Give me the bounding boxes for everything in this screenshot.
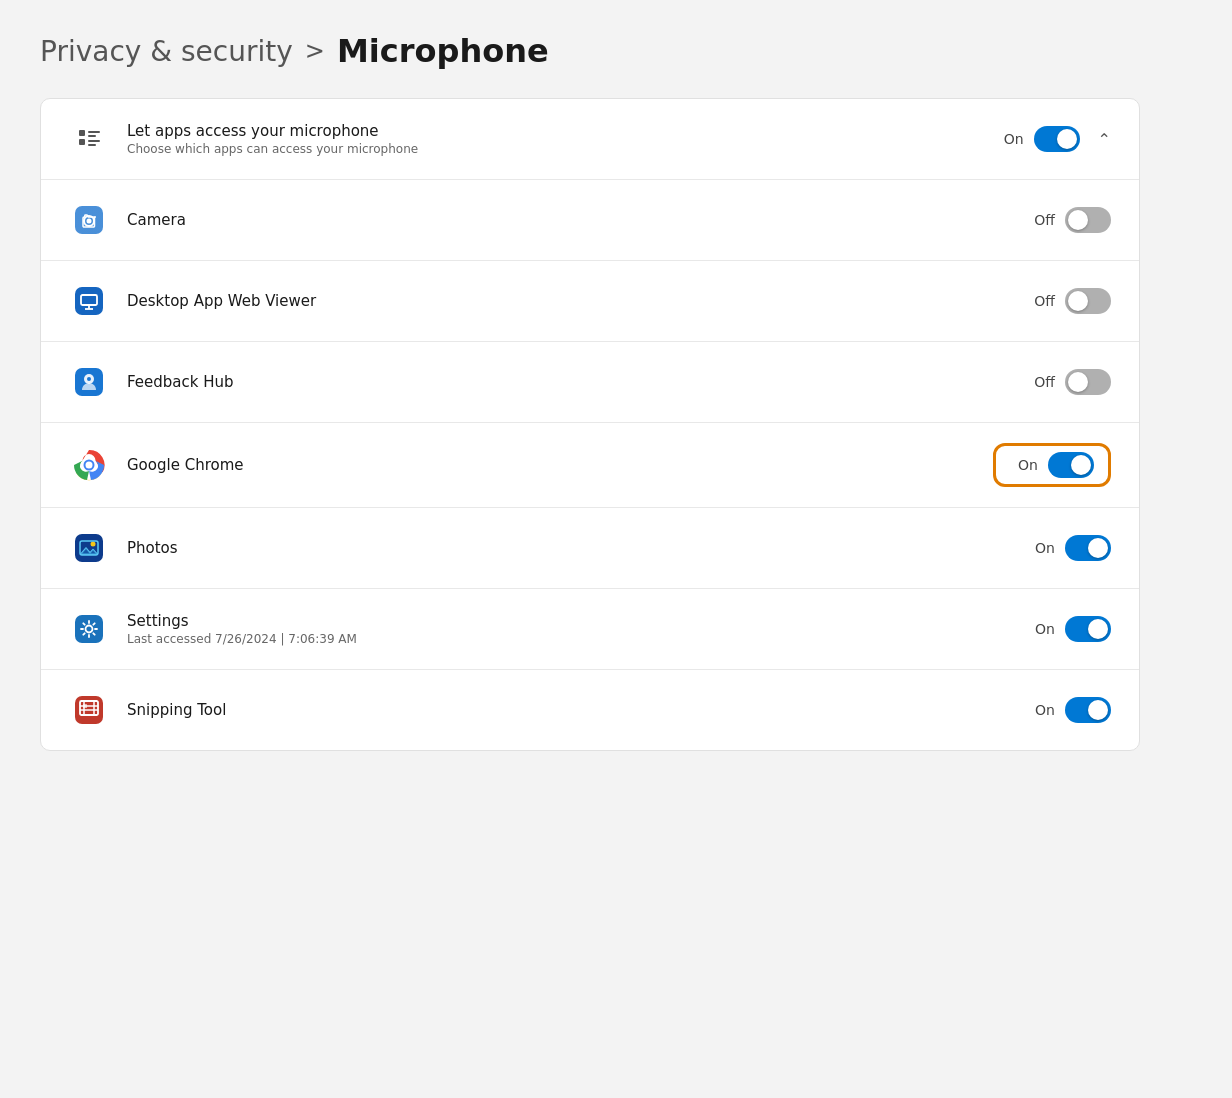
- toggle-knob-google-chrome: [1071, 455, 1091, 475]
- setting-info-let-apps: Let apps access your microphone Choose w…: [127, 122, 996, 156]
- svg-rect-2: [88, 131, 100, 133]
- setting-status-snipping-tool: On: [1027, 702, 1055, 718]
- desktop-icon: [69, 281, 109, 321]
- setting-control-snipping-tool: On: [1027, 697, 1111, 723]
- setting-info-camera: Camera: [127, 211, 1027, 229]
- page-header: Privacy & security > Microphone: [40, 32, 1192, 70]
- toggle-knob-let-apps: [1057, 129, 1077, 149]
- setting-status-feedback-hub: Off: [1027, 374, 1055, 390]
- svg-point-25: [91, 542, 96, 547]
- setting-info-settings: Settings Last accessed 7/26/2024 | 7:06:…: [127, 612, 1027, 646]
- toggle-settings[interactable]: [1065, 616, 1111, 642]
- setting-row-google-chrome: Google Chrome On: [41, 423, 1139, 508]
- svg-rect-0: [79, 130, 85, 136]
- svg-rect-10: [75, 287, 103, 315]
- setting-desc-settings: Last accessed 7/26/2024 | 7:06:39 AM: [127, 632, 1027, 646]
- setting-control-feedback-hub: Off: [1027, 369, 1111, 395]
- setting-desc-let-apps: Choose which apps can access your microp…: [127, 142, 996, 156]
- svg-rect-3: [88, 135, 96, 137]
- chevron-icon-let-apps[interactable]: ⌃: [1098, 130, 1111, 149]
- toggle-snipping-tool[interactable]: [1065, 697, 1111, 723]
- breadcrumb-parent[interactable]: Privacy & security: [40, 35, 293, 68]
- toggle-let-apps[interactable]: [1034, 126, 1080, 152]
- setting-name-let-apps: Let apps access your microphone: [127, 122, 996, 140]
- setting-name-google-chrome: Google Chrome: [127, 456, 993, 474]
- chrome-icon: [69, 445, 109, 485]
- setting-row-let-apps: Let apps access your microphone Choose w…: [41, 99, 1139, 180]
- toggle-knob-feedback-hub: [1068, 372, 1088, 392]
- setting-row-desktop-web-viewer: Desktop App Web Viewer Off: [41, 261, 1139, 342]
- photos-icon: [69, 528, 109, 568]
- setting-control-google-chrome: On: [993, 443, 1111, 487]
- breadcrumb-current: Microphone: [337, 32, 549, 70]
- svg-rect-35: [83, 704, 87, 708]
- setting-name-settings: Settings: [127, 612, 1027, 630]
- setting-name-desktop-web-viewer: Desktop App Web Viewer: [127, 292, 1027, 310]
- list-icon: [69, 119, 109, 159]
- setting-name-snipping-tool: Snipping Tool: [127, 701, 1027, 719]
- setting-info-google-chrome: Google Chrome: [127, 456, 993, 474]
- toggle-desktop-web-viewer[interactable]: [1065, 288, 1111, 314]
- svg-point-16: [87, 377, 91, 381]
- setting-info-photos: Photos: [127, 539, 1027, 557]
- setting-status-settings: On: [1027, 621, 1055, 637]
- setting-control-photos: On: [1027, 535, 1111, 561]
- toggle-photos[interactable]: [1065, 535, 1111, 561]
- svg-rect-1: [79, 139, 85, 145]
- svg-rect-27: [75, 615, 103, 643]
- setting-row-snipping-tool: Snipping Tool On: [41, 670, 1139, 750]
- toggle-knob-snipping-tool: [1088, 700, 1108, 720]
- setting-info-feedback-hub: Feedback Hub: [127, 373, 1027, 391]
- setting-name-feedback-hub: Feedback Hub: [127, 373, 1027, 391]
- toggle-camera[interactable]: [1065, 207, 1111, 233]
- toggle-knob-desktop-web-viewer: [1068, 291, 1088, 311]
- toggle-google-chrome[interactable]: [1048, 452, 1094, 478]
- setting-status-camera: Off: [1027, 212, 1055, 228]
- setting-status-photos: On: [1027, 540, 1055, 556]
- svg-rect-5: [88, 144, 96, 146]
- snipping-icon: [69, 690, 109, 730]
- toggle-knob-photos: [1088, 538, 1108, 558]
- setting-row-feedback-hub: Feedback Hub Off: [41, 342, 1139, 423]
- setting-info-snipping-tool: Snipping Tool: [127, 701, 1027, 719]
- setting-row-camera: Camera Off: [41, 180, 1139, 261]
- settings-panel: Let apps access your microphone Choose w…: [40, 98, 1140, 751]
- camera-icon: [69, 200, 109, 240]
- svg-point-23: [86, 462, 93, 469]
- setting-row-photos: Photos On: [41, 508, 1139, 589]
- setting-control-desktop-web-viewer: Off: [1027, 288, 1111, 314]
- settings-icon: [69, 609, 109, 649]
- setting-name-camera: Camera: [127, 211, 1027, 229]
- svg-point-8: [87, 219, 92, 224]
- setting-control-let-apps: On ⌃: [996, 126, 1111, 152]
- setting-row-settings: Settings Last accessed 7/26/2024 | 7:06:…: [41, 589, 1139, 670]
- setting-info-desktop-web-viewer: Desktop App Web Viewer: [127, 292, 1027, 310]
- svg-point-9: [94, 216, 96, 218]
- setting-status-let-apps: On: [996, 131, 1024, 147]
- toggle-knob-settings: [1088, 619, 1108, 639]
- svg-rect-4: [88, 140, 100, 142]
- setting-control-settings: On: [1027, 616, 1111, 642]
- chrome-highlight: On: [993, 443, 1111, 487]
- setting-status-desktop-web-viewer: Off: [1027, 293, 1055, 309]
- setting-control-camera: Off: [1027, 207, 1111, 233]
- feedback-icon: [69, 362, 109, 402]
- setting-status-google-chrome: On: [1010, 457, 1038, 473]
- setting-name-photos: Photos: [127, 539, 1027, 557]
- toggle-knob-camera: [1068, 210, 1088, 230]
- svg-rect-24: [75, 534, 103, 562]
- toggle-feedback-hub[interactable]: [1065, 369, 1111, 395]
- breadcrumb-separator: >: [305, 37, 325, 65]
